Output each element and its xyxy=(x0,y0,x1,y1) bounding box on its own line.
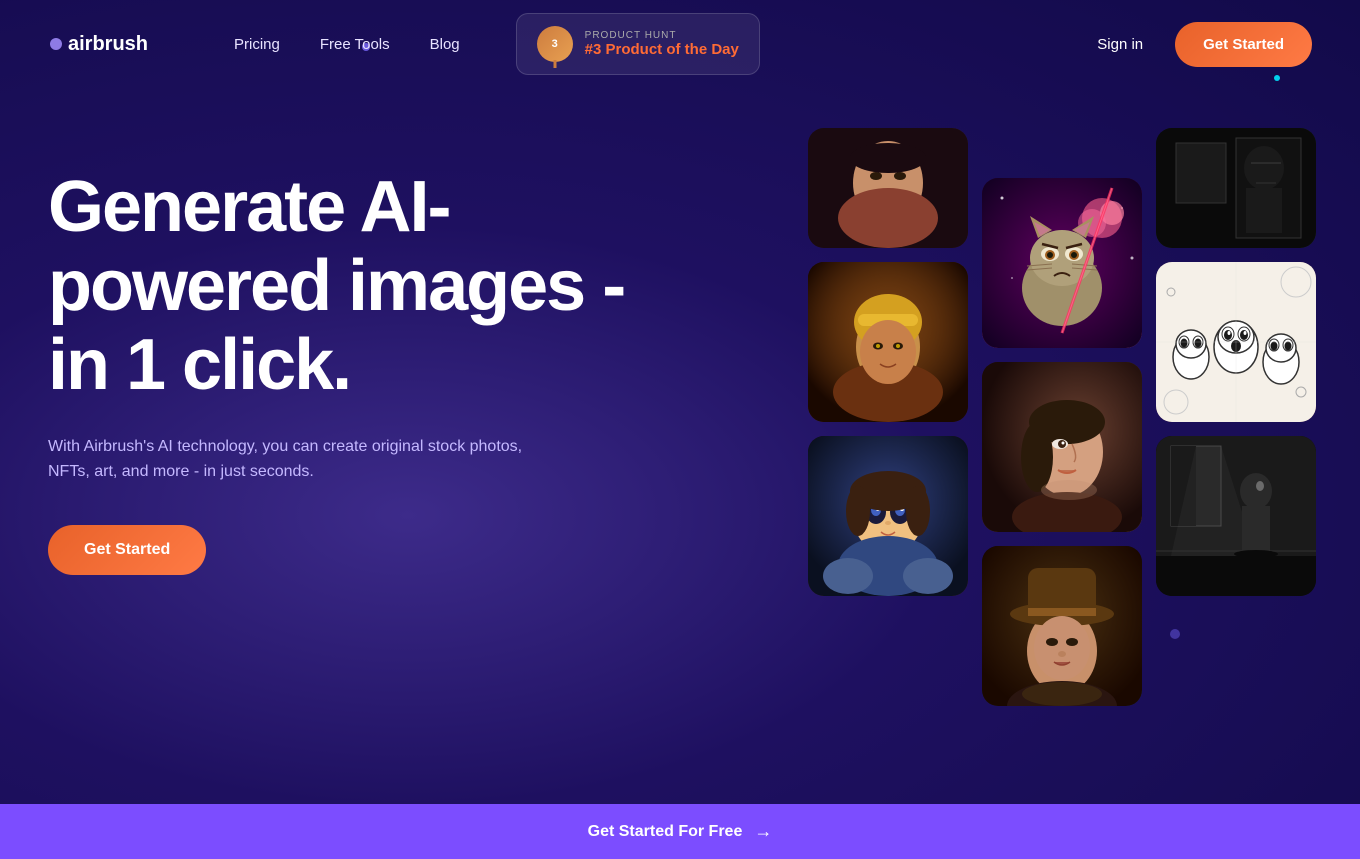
bottom-bar-arrow: → xyxy=(754,821,772,842)
portrait-profile-svg xyxy=(982,362,1142,532)
portrait-svg-1 xyxy=(808,128,968,248)
nav-links: Pricing Free Tools Blog xyxy=(218,28,476,61)
image-noir-scene xyxy=(1156,436,1316,596)
portrait-svg-2 xyxy=(808,262,968,422)
image-col-3 xyxy=(1156,128,1316,706)
bottom-bar[interactable]: Get Started For Free → xyxy=(0,804,1360,859)
nav-right: Sign in Get Started xyxy=(1081,22,1312,67)
navbar: airbrush Pricing Free Tools Blog 3 PRODU… xyxy=(0,0,1360,88)
hero-content: Generate AI-powered images - in 1 click.… xyxy=(48,148,668,575)
hero-section: Generate AI-powered images - in 1 click.… xyxy=(0,88,1360,788)
logo[interactable]: airbrush xyxy=(48,26,178,62)
ph-rank: #3 Product of the Day xyxy=(585,41,739,58)
image-manga-group xyxy=(1156,262,1316,422)
get-started-hero-button[interactable]: Get Started xyxy=(48,525,206,575)
image-col-2 xyxy=(982,178,1142,706)
product-hunt-badge[interactable]: 3 PRODUCT HUNT #3 Product of the Day xyxy=(516,13,760,75)
image-golden-warrior xyxy=(808,262,968,422)
portrait-svg-3 xyxy=(808,436,968,596)
nav-link-blog[interactable]: Blog xyxy=(414,28,476,61)
image-grid xyxy=(808,128,1316,706)
portrait-hat-svg xyxy=(982,546,1142,706)
image-woman-profile xyxy=(982,362,1142,532)
ph-text: PRODUCT HUNT #3 Product of the Day xyxy=(585,30,739,58)
nav-link-free-tools[interactable]: Free Tools xyxy=(304,28,406,61)
manga-group-svg xyxy=(1156,262,1316,422)
get-started-nav-button[interactable]: Get Started xyxy=(1175,22,1312,67)
noir-scene-svg xyxy=(1156,436,1316,596)
cat-svg xyxy=(982,178,1142,348)
bottom-bar-text: Get Started For Free xyxy=(588,823,743,841)
ph-medal-icon: 3 xyxy=(537,26,573,62)
sign-in-button[interactable]: Sign in xyxy=(1081,28,1159,61)
image-grumpy-cat xyxy=(982,178,1142,348)
image-manga-panel xyxy=(1156,128,1316,248)
logo-svg: airbrush xyxy=(48,26,178,62)
manga-panel-svg xyxy=(1156,128,1316,248)
hero-description: With Airbrush's AI technology, you can c… xyxy=(48,434,528,485)
image-woman-hat xyxy=(982,546,1142,706)
nav-left: airbrush Pricing Free Tools Blog 3 PRODU… xyxy=(48,13,760,75)
nav-link-pricing[interactable]: Pricing xyxy=(218,28,296,61)
svg-text:airbrush: airbrush xyxy=(68,33,148,55)
hero-title: Generate AI-powered images - in 1 click. xyxy=(48,168,668,406)
image-col-1 xyxy=(808,128,968,706)
image-animated-hero xyxy=(808,436,968,596)
image-woman-closeup xyxy=(808,128,968,248)
ph-label: PRODUCT HUNT xyxy=(585,30,739,41)
